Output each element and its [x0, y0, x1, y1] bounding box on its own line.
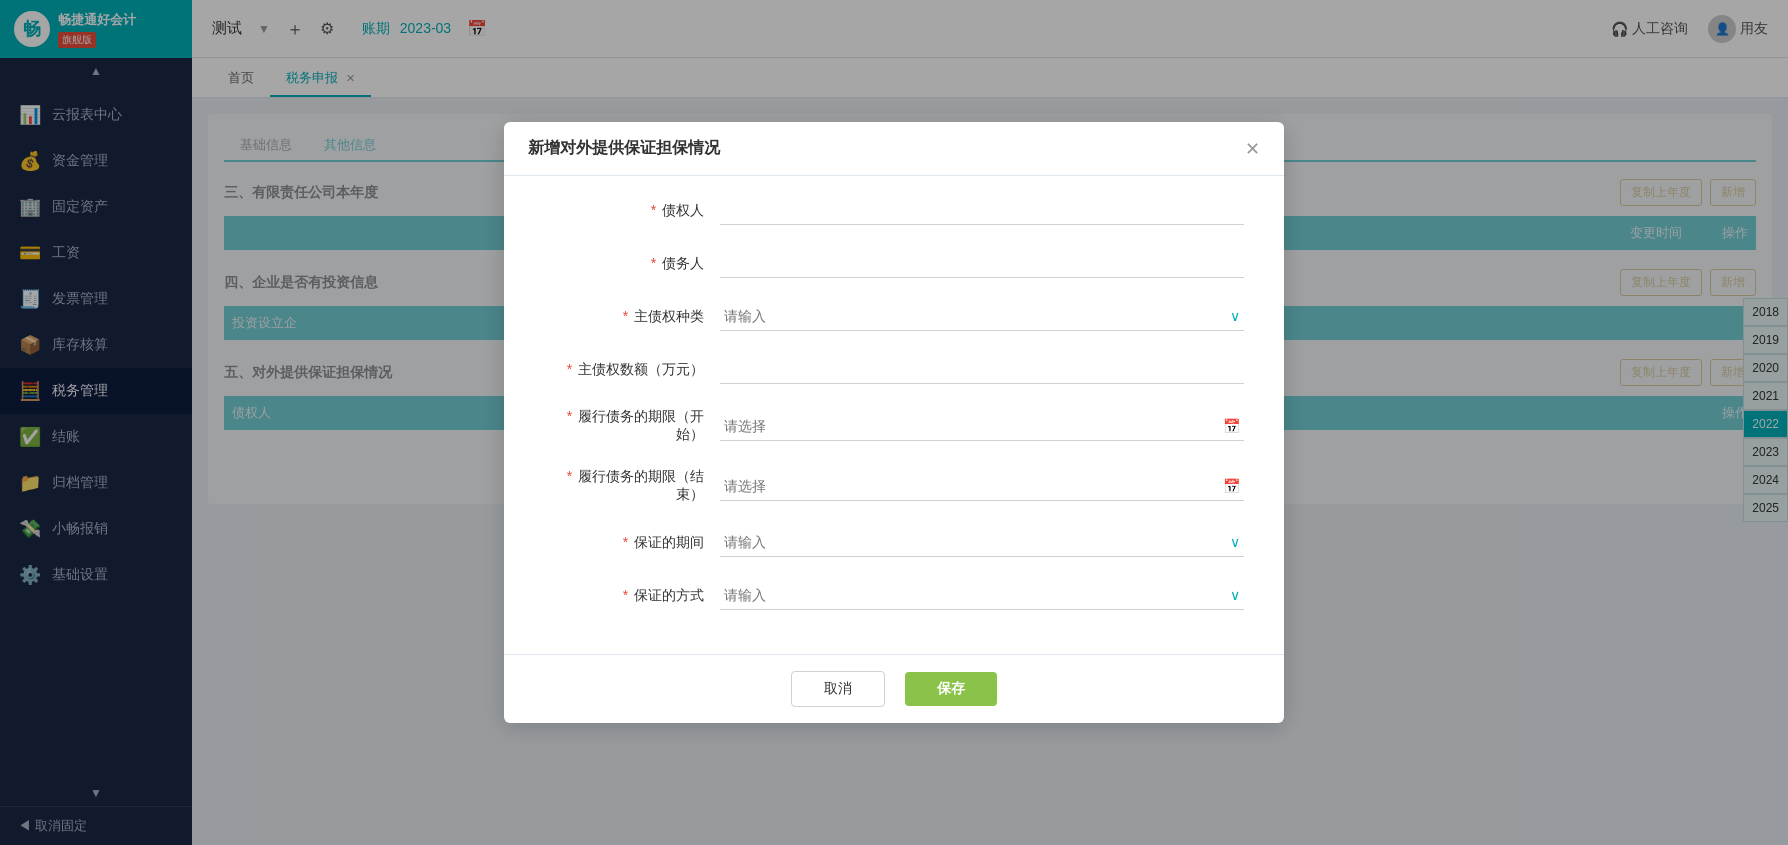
debt-type-input[interactable]: [720, 302, 1226, 330]
period-start-input[interactable]: [720, 412, 1219, 440]
form-row-debtor: * 债务人: [544, 249, 1244, 278]
guarantee-period-input[interactable]: [720, 528, 1226, 556]
save-button[interactable]: 保存: [905, 672, 997, 706]
guarantee-method-input[interactable]: [720, 581, 1226, 609]
period-end-calendar-icon[interactable]: 📅: [1219, 478, 1244, 494]
modal-header: 新增对外提供保证担保情况 ✕: [504, 122, 1284, 176]
period-start-label: * 履行债务的期限（开始）: [544, 408, 704, 444]
guarantee-method-chevron-icon[interactable]: ∨: [1226, 587, 1244, 603]
form-row-debt-type: * 主债权种类 ∨: [544, 302, 1244, 331]
debt-type-select-wrap: ∨: [720, 302, 1244, 331]
period-end-input[interactable]: [720, 472, 1219, 500]
period-end-label: * 履行债务的期限（结束）: [544, 468, 704, 504]
modal-body: * 债权人 * 债务人 * 主债权种类: [504, 176, 1284, 654]
debt-amount-input[interactable]: [720, 355, 1244, 384]
period-end-date-wrap: 📅: [720, 472, 1244, 501]
guarantee-method-label: * 保证的方式: [544, 587, 704, 605]
modal-overlay: 新增对外提供保证担保情况 ✕ * 债权人 * 债务人: [0, 0, 1788, 845]
guarantee-period-chevron-icon[interactable]: ∨: [1226, 534, 1244, 550]
form-row-period-end: * 履行债务的期限（结束） 📅: [544, 468, 1244, 504]
debtor-input[interactable]: [720, 249, 1244, 278]
debt-amount-label: * 主债权数额（万元）: [544, 361, 704, 379]
period-start-calendar-icon[interactable]: 📅: [1219, 418, 1244, 434]
cancel-button[interactable]: 取消: [791, 671, 885, 707]
creditor-input[interactable]: [720, 196, 1244, 225]
creditor-label: * 债权人: [544, 202, 704, 220]
modal-footer: 取消 保存: [504, 654, 1284, 723]
modal-title: 新增对外提供保证担保情况: [528, 138, 720, 159]
form-row-period-start: * 履行债务的期限（开始） 📅: [544, 408, 1244, 444]
guarantee-period-label: * 保证的期间: [544, 534, 704, 552]
guarantee-period-select-wrap: ∨: [720, 528, 1244, 557]
debt-type-chevron-icon[interactable]: ∨: [1226, 308, 1244, 324]
debt-type-label: * 主债权种类: [544, 308, 704, 326]
form-row-guarantee-period: * 保证的期间 ∨: [544, 528, 1244, 557]
form-row-guarantee-method: * 保证的方式 ∨: [544, 581, 1244, 610]
modal-close-button[interactable]: ✕: [1245, 140, 1260, 158]
debtor-label: * 债务人: [544, 255, 704, 273]
period-start-date-wrap: 📅: [720, 412, 1244, 441]
form-row-creditor: * 债权人: [544, 196, 1244, 225]
modal: 新增对外提供保证担保情况 ✕ * 债权人 * 债务人: [504, 122, 1284, 723]
form-row-debt-amount: * 主债权数额（万元）: [544, 355, 1244, 384]
guarantee-method-select-wrap: ∨: [720, 581, 1244, 610]
